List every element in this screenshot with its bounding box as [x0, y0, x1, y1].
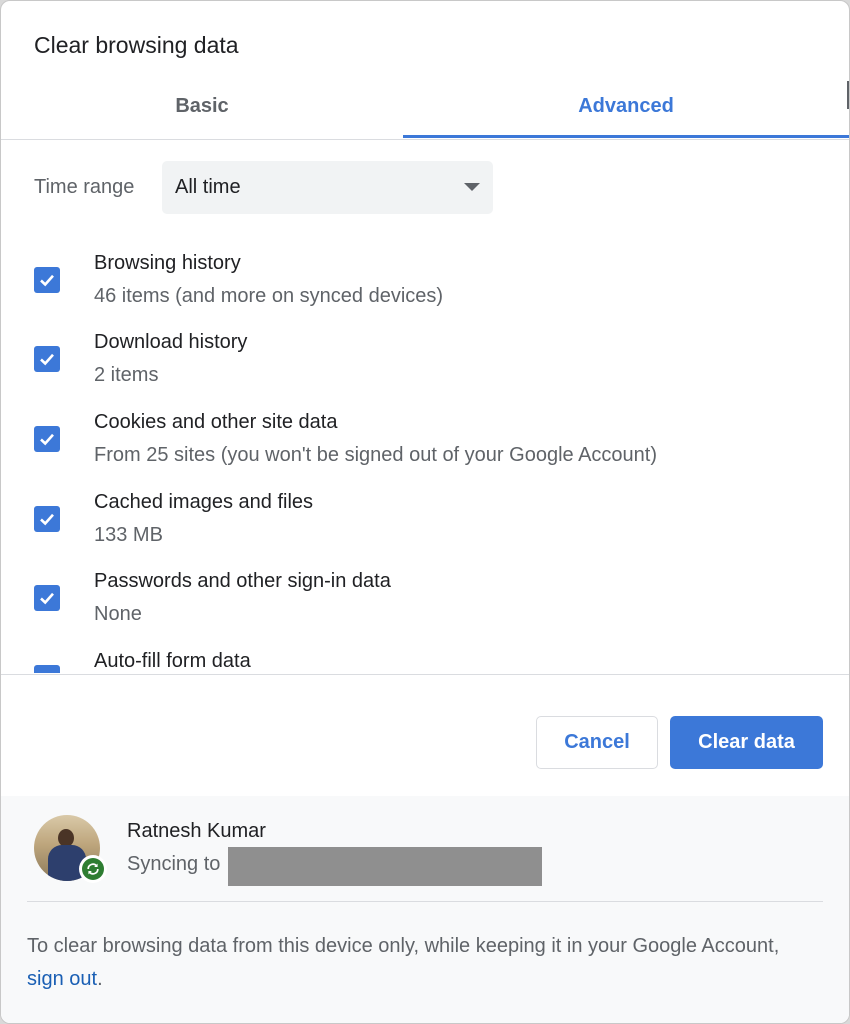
browsing-history-checkbox[interactable] [34, 267, 60, 293]
option-label: Cached images and files [94, 491, 314, 513]
passwords-checkbox[interactable] [34, 585, 60, 611]
tab-bar-edge [847, 81, 849, 109]
time-range-value: All time [175, 176, 241, 198]
cached-images-checkbox[interactable] [34, 506, 60, 532]
option-download-history: Download history 2 items [1, 315, 849, 386]
option-cached-images: Cached images and files 133 MB [1, 475, 849, 546]
autofill-checkbox[interactable] [34, 665, 60, 673]
tab-bar: Basic Advanced [1, 81, 849, 140]
redacted-email [228, 847, 542, 886]
option-description: From 25 sites (you won't be signed out o… [94, 444, 658, 466]
active-tab-indicator [403, 135, 849, 138]
sync-arrows-icon [87, 863, 99, 875]
account-footer: Ratnesh Kumar Syncing to To clear browsi… [1, 796, 849, 1023]
checkmark-icon [40, 274, 54, 287]
option-description: 46 items (and more on synced devices) [94, 285, 444, 307]
sync-icon [82, 858, 104, 880]
footer-message: To clear browsing data from this device … [27, 930, 817, 996]
footer-divider [27, 901, 823, 902]
option-passwords: Passwords and other sign-in data None [1, 554, 849, 625]
checkmark-icon [40, 513, 54, 526]
option-label: Cookies and other site data [94, 411, 338, 433]
tab-advanced[interactable]: Advanced [403, 81, 849, 137]
option-description: None [94, 603, 142, 625]
option-cookies: Cookies and other site data From 25 site… [1, 395, 849, 466]
option-label: Auto-fill form data [94, 650, 251, 672]
option-label: Browsing history [94, 252, 241, 274]
checkmark-icon [40, 433, 54, 446]
option-label: Passwords and other sign-in data [94, 570, 391, 592]
time-range-label: Time range [34, 176, 135, 198]
option-autofill: Auto-fill form data [1, 634, 849, 673]
clear-data-button[interactable]: Clear data [670, 716, 823, 769]
clear-browsing-data-dialog: Clear browsing data Basic Advanced Time … [0, 0, 850, 1024]
account-name: Ratnesh Kumar [127, 820, 266, 842]
data-type-options[interactable]: Browsing history 46 items (and more on s… [1, 236, 849, 673]
footer-text-after: . [97, 968, 103, 990]
option-description: 2 items [94, 364, 159, 386]
time-range-select[interactable]: All time [162, 161, 493, 214]
option-label: Download history [94, 331, 248, 353]
options-divider [1, 674, 849, 675]
footer-text-before: To clear browsing data from this device … [27, 935, 780, 957]
sign-out-link[interactable]: sign out [27, 968, 97, 990]
sync-status: Syncing to [127, 853, 221, 875]
option-description: 133 MB [94, 524, 163, 546]
dialog-title: Clear browsing data [34, 32, 239, 58]
cancel-button[interactable]: Cancel [536, 716, 658, 769]
checkmark-icon [40, 592, 54, 605]
tab-basic[interactable]: Basic [1, 81, 403, 137]
checkmark-icon [40, 353, 54, 366]
dropdown-arrow-icon [464, 183, 480, 191]
checkmark-icon [51, 672, 53, 673]
sync-badge [79, 855, 107, 883]
option-browsing-history: Browsing history 46 items (and more on s… [1, 236, 849, 307]
cookies-checkbox[interactable] [34, 426, 60, 452]
download-history-checkbox[interactable] [34, 346, 60, 372]
